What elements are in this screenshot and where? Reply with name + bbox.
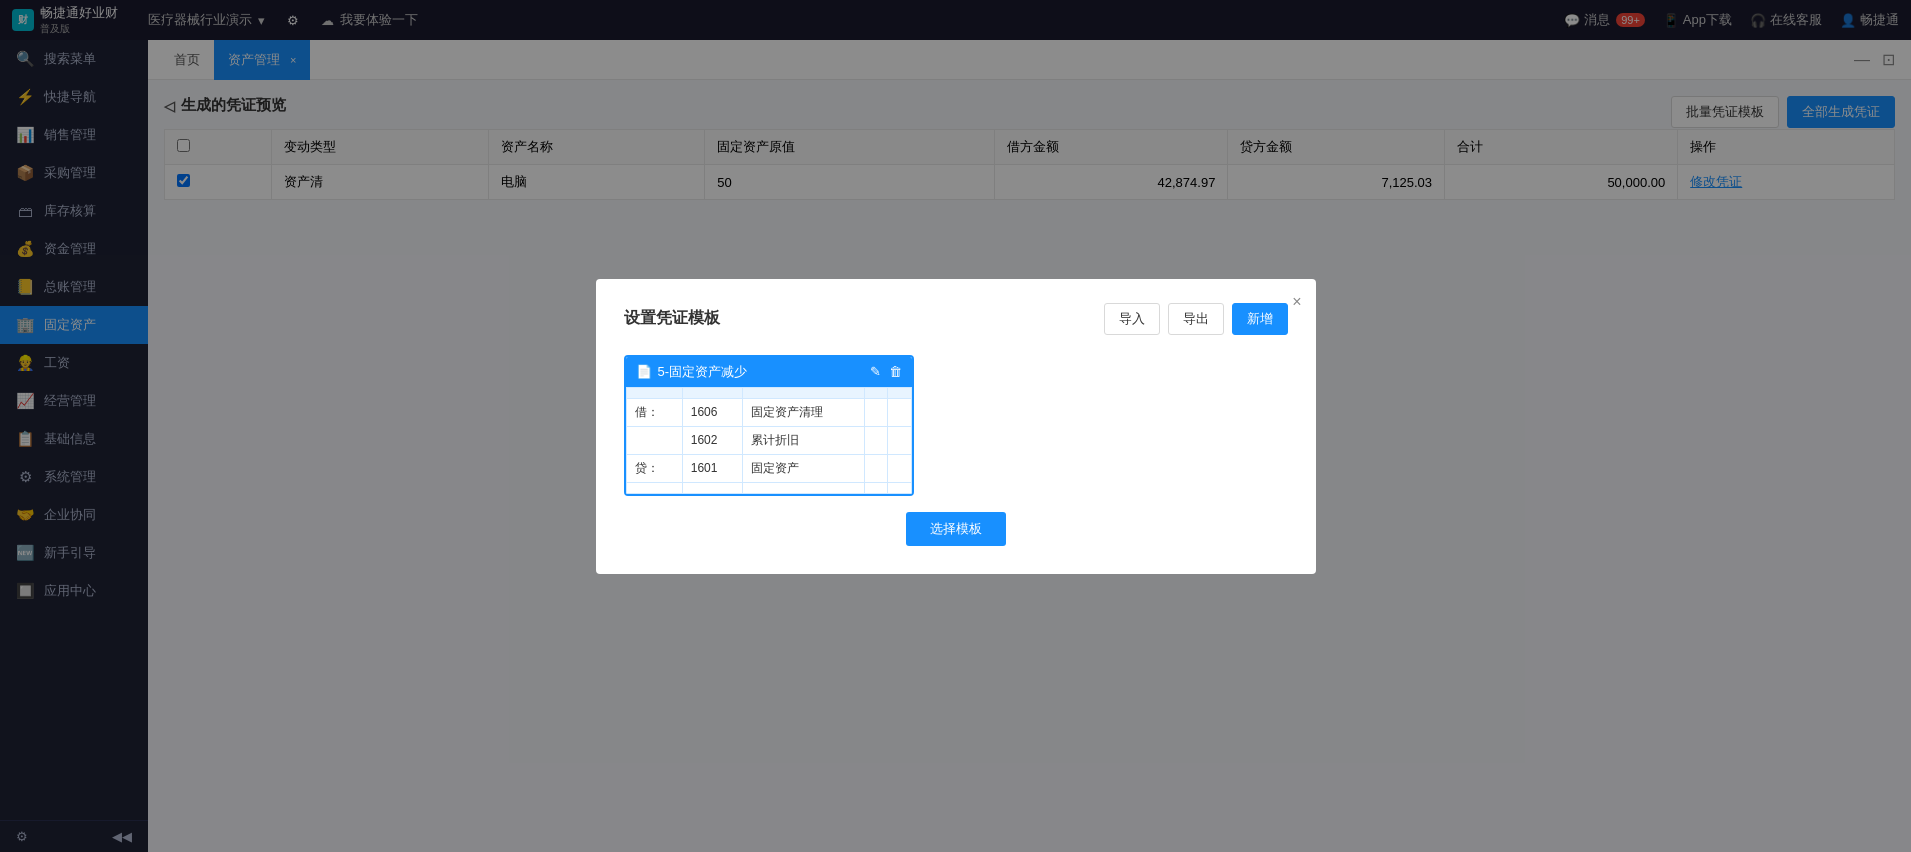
template-row-1-debit <box>864 426 887 454</box>
template-col-code <box>682 387 742 398</box>
template-table: 借： 1606 固定资产清理 1602 累计折旧 贷： <box>626 387 912 494</box>
template-col-name <box>742 387 864 398</box>
template-row-0-credit <box>888 398 911 426</box>
template-col-type <box>626 387 682 398</box>
template-edit-icon[interactable]: ✎ <box>870 364 881 379</box>
template-row-0: 借： 1606 固定资产清理 <box>626 398 911 426</box>
template-row-3-name <box>742 482 864 493</box>
modal-overlay: 设置凭证模板 导入 导出 新增 × 📄 5-固定资产减少 ✎ 🗑 <box>0 0 1911 852</box>
template-card: 📄 5-固定资产减少 ✎ 🗑 <box>624 355 914 496</box>
modal-close-btn[interactable]: × <box>1292 293 1301 311</box>
template-row-1-type <box>626 426 682 454</box>
template-row-2-code: 1601 <box>682 454 742 482</box>
modal-header-actions: 导入 导出 新增 <box>1104 303 1288 335</box>
template-name: 5-固定资产减少 <box>658 363 748 381</box>
template-row-2-name: 固定资产 <box>742 454 864 482</box>
template-card-header: 📄 5-固定资产减少 ✎ 🗑 <box>626 357 912 387</box>
modal-header: 设置凭证模板 导入 导出 新增 <box>624 303 1288 335</box>
template-row-1-code: 1602 <box>682 426 742 454</box>
import-btn[interactable]: 导入 <box>1104 303 1160 335</box>
export-btn[interactable]: 导出 <box>1168 303 1224 335</box>
template-row-3-type <box>626 482 682 493</box>
template-select-area: 选择模板 <box>624 512 1288 546</box>
template-row-2-type: 贷： <box>626 454 682 482</box>
template-row-2: 贷： 1601 固定资产 <box>626 454 911 482</box>
template-row-1: 1602 累计折旧 <box>626 426 911 454</box>
template-row-0-debit <box>864 398 887 426</box>
template-row-1-credit <box>888 426 911 454</box>
template-actions: ✎ 🗑 <box>870 364 902 379</box>
template-row-3-code <box>682 482 742 493</box>
template-doc-icon: 📄 <box>636 364 652 379</box>
template-row-2-debit <box>864 454 887 482</box>
template-row-3 <box>626 482 911 493</box>
template-row-2-credit <box>888 454 911 482</box>
modal-title: 设置凭证模板 <box>624 308 720 329</box>
set-template-modal: 设置凭证模板 导入 导出 新增 × 📄 5-固定资产减少 ✎ 🗑 <box>596 279 1316 574</box>
template-delete-icon[interactable]: 🗑 <box>889 364 902 379</box>
template-table-header-row <box>626 387 911 398</box>
template-row-3-debit <box>864 482 887 493</box>
select-template-btn[interactable]: 选择模板 <box>906 512 1006 546</box>
template-col-credit <box>888 387 911 398</box>
template-row-0-type: 借： <box>626 398 682 426</box>
template-row-1-name: 累计折旧 <box>742 426 864 454</box>
new-btn[interactable]: 新增 <box>1232 303 1288 335</box>
template-row-3-credit <box>888 482 911 493</box>
template-col-debit <box>864 387 887 398</box>
template-row-0-code: 1606 <box>682 398 742 426</box>
template-row-0-name: 固定资产清理 <box>742 398 864 426</box>
